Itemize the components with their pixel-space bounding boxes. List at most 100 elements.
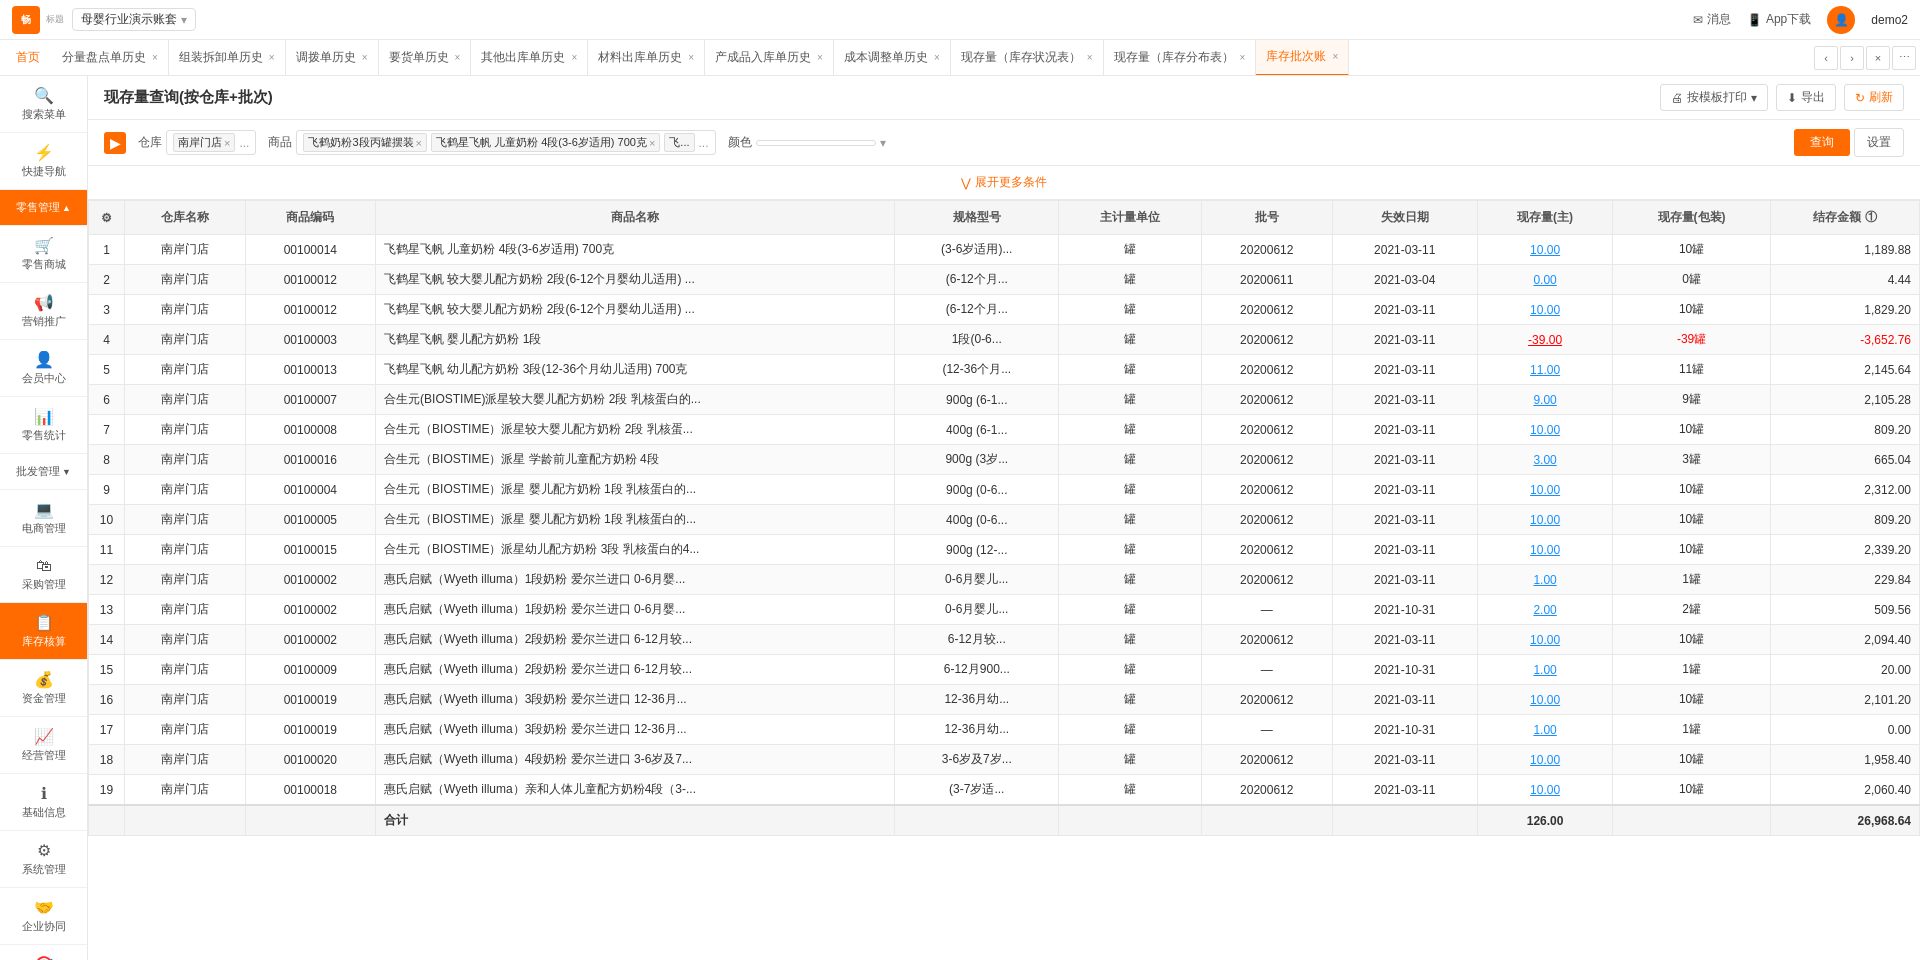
cell-num: 14 <box>89 625 125 655</box>
cell-qty-main[interactable]: 1.00 <box>1477 655 1612 685</box>
tab-diaobodanji[interactable]: 调拨单历史 × <box>286 40 379 76</box>
tab-home[interactable]: 首页 <box>4 40 52 76</box>
tab-kucun-pici[interactable]: 库存批次账 × <box>1256 40 1349 76</box>
total-label: 合计 <box>376 805 895 836</box>
warehouse-filter-group: 仓库 南岸门店 × ... <box>138 130 256 155</box>
cell-qty-main[interactable]: 10.00 <box>1477 745 1612 775</box>
tab-close-icon[interactable]: × <box>934 52 940 63</box>
warehouse-tag-remove[interactable]: × <box>224 137 230 149</box>
cell-qty-pkg: 10罐 <box>1613 505 1771 535</box>
tab-more[interactable]: ⋯ <box>1892 46 1916 70</box>
tab-xiancunliang-fenbu[interactable]: 现存量（库存分布表） × <box>1104 40 1257 76</box>
sidebar-item-retail-mall[interactable]: 🛒 零售商城 <box>0 226 87 283</box>
tab-xiancunliang-kuanchuang[interactable]: 现存量（库存状况表） × <box>951 40 1104 76</box>
cell-qty-main[interactable]: 10.00 <box>1477 535 1612 565</box>
quicknav-icon: ⚡ <box>4 143 83 162</box>
tab-label: 要货单历史 <box>389 49 449 66</box>
user-avatar[interactable]: 👤 <box>1827 6 1855 34</box>
tab-close-icon[interactable]: × <box>152 52 158 63</box>
cell-qty-main[interactable]: 10.00 <box>1477 775 1612 806</box>
cell-qty-main[interactable]: 9.00 <box>1477 385 1612 415</box>
sidebar-item-collab[interactable]: 🤝 企业协同 <box>0 888 87 945</box>
tab-close-icon[interactable]: × <box>1087 52 1093 63</box>
sidebar-item-inventory[interactable]: 📋 库存核算 <box>0 603 87 660</box>
cell-name: 飞鹤星飞帆 较大婴儿配方奶粉 2段(6-12个月婴幼儿适用) ... <box>376 295 895 325</box>
refresh-button[interactable]: ↻ 刷新 <box>1844 84 1904 111</box>
tab-fenliangpandian[interactable]: 分量盘点单历史 × <box>52 40 169 76</box>
tab-close-all[interactable]: × <box>1866 46 1890 70</box>
expand-conditions-button[interactable]: ⋁ 展开更多条件 <box>953 170 1055 195</box>
product-tag-2-remove[interactable]: × <box>649 137 655 149</box>
cell-qty-main[interactable]: 10.00 <box>1477 235 1612 265</box>
export-button[interactable]: ⬇ 导出 <box>1776 84 1836 111</box>
cell-qty-main[interactable]: 1.00 <box>1477 565 1612 595</box>
cell-qty-main[interactable]: 3.00 <box>1477 445 1612 475</box>
tab-cailiaochuku[interactable]: 材料出库单历史 × <box>588 40 705 76</box>
tab-close-icon[interactable]: × <box>1332 51 1338 62</box>
product-filter-ellipsis[interactable]: ... <box>699 136 709 150</box>
org-selector[interactable]: 母婴行业演示账套 ▾ <box>72 8 196 31</box>
tab-chanpinruku[interactable]: 产成品入库单历史 × <box>705 40 834 76</box>
sidebar-item-system[interactable]: ⚙ 系统管理 <box>0 831 87 888</box>
cell-qty-main[interactable]: 10.00 <box>1477 415 1612 445</box>
sidebar-item-retail-mgmt[interactable]: 零售管理 ▲ <box>0 190 87 226</box>
color-filter-group: 颜色 ▾ <box>728 134 886 151</box>
tab-close-icon[interactable]: × <box>362 52 368 63</box>
sidebar-item-quicknav[interactable]: ⚡ 快捷导航 <box>0 133 87 190</box>
tab-scroll-left[interactable]: ‹ <box>1814 46 1838 70</box>
sidebar-item-operation[interactable]: 📈 经营管理 <box>0 717 87 774</box>
query-button[interactable]: 查询 <box>1794 129 1850 156</box>
warehouse-filter-input[interactable]: 南岸门店 × ... <box>166 130 256 155</box>
cell-code: 00100013 <box>245 355 376 385</box>
messages-button[interactable]: ✉ 消息 <box>1693 11 1731 28</box>
app-download-button[interactable]: 📱 App下载 <box>1747 11 1811 28</box>
product-tag-1-remove[interactable]: × <box>416 137 422 149</box>
cell-qty-main[interactable]: 10.00 <box>1477 625 1612 655</box>
table-row: 8 南岸门店 00100016 合生元（BIOSTIME）派星 学龄前儿童配方奶… <box>89 445 1920 475</box>
sidebar-item-purchase[interactable]: 🛍 采购管理 <box>0 547 87 603</box>
settings-button[interactable]: 设置 <box>1854 128 1904 157</box>
cell-qty-main[interactable]: 10.00 <box>1477 295 1612 325</box>
tab-close-icon[interactable]: × <box>688 52 694 63</box>
tab-scroll-right[interactable]: › <box>1840 46 1864 70</box>
cell-num: 9 <box>89 475 125 505</box>
th-settings[interactable]: ⚙ <box>89 201 125 235</box>
total-empty-5 <box>1059 805 1202 836</box>
sidebar-item-wholesale[interactable]: 批发管理 ▼ <box>0 454 87 490</box>
template-print-button[interactable]: 🖨 按模板打印 ▾ <box>1660 84 1768 111</box>
sidebar-item-basic-info[interactable]: ℹ 基础信息 <box>0 774 87 831</box>
sidebar-item-finance[interactable]: 💰 资金管理 <box>0 660 87 717</box>
cell-name: 合生元(BIOSTIME)派星较大婴儿配方奶粉 2段 乳核蛋白的... <box>376 385 895 415</box>
cell-unit: 罐 <box>1059 355 1202 385</box>
sidebar-item-guide[interactable]: 🎯 新手引导 <box>0 945 87 960</box>
tab-close-icon[interactable]: × <box>269 52 275 63</box>
tab-close-icon[interactable]: × <box>455 52 461 63</box>
color-filter-input[interactable] <box>756 140 876 146</box>
sidebar-item-ecommerce[interactable]: 💻 电商管理 <box>0 490 87 547</box>
product-filter-input[interactable]: 飞鹤奶粉3段丙罐摆装 × 飞鹤星飞帆 儿童奶粉 4段(3-6岁适用) 700克 … <box>296 130 715 155</box>
tab-close-icon[interactable]: × <box>571 52 577 63</box>
tab-chenbendiaozheng[interactable]: 成本调整单历史 × <box>834 40 951 76</box>
settings-gear-icon[interactable]: ⚙ <box>101 211 112 225</box>
cell-qty-main[interactable]: 0.00 <box>1477 265 1612 295</box>
tab-close-icon[interactable]: × <box>1240 52 1246 63</box>
tab-yaohuo[interactable]: 要货单历史 × <box>379 40 472 76</box>
tab-close-icon[interactable]: × <box>817 52 823 63</box>
cell-qty-main[interactable]: 11.00 <box>1477 355 1612 385</box>
cell-qty-main[interactable]: 2.00 <box>1477 595 1612 625</box>
sidebar-item-retail-stats[interactable]: 📊 零售统计 <box>0 397 87 454</box>
cell-qty-main[interactable]: 10.00 <box>1477 685 1612 715</box>
cell-expire: 2021-03-11 <box>1332 745 1477 775</box>
sidebar-item-marketing[interactable]: 📢 营销推广 <box>0 283 87 340</box>
tab-qitachuku[interactable]: 其他出库单历史 × <box>471 40 588 76</box>
cell-qty-main[interactable]: 10.00 <box>1477 475 1612 505</box>
cell-qty-main[interactable]: 10.00 <box>1477 505 1612 535</box>
sidebar-item-member[interactable]: 👤 会员中心 <box>0 340 87 397</box>
sidebar-item-search[interactable]: 🔍 搜索菜单 <box>0 76 87 133</box>
cell-qty-main[interactable]: 1.00 <box>1477 715 1612 745</box>
tab-zuzhangchaijian[interactable]: 组装拆卸单历史 × <box>169 40 286 76</box>
filter-toggle-button[interactable]: ▶ <box>104 132 126 154</box>
sidebar-mall-label: 零售商城 <box>4 257 83 272</box>
warehouse-filter-ellipsis[interactable]: ... <box>239 136 249 150</box>
table-row: 2 南岸门店 00100012 飞鹤星飞帆 较大婴儿配方奶粉 2段(6-12个月… <box>89 265 1920 295</box>
